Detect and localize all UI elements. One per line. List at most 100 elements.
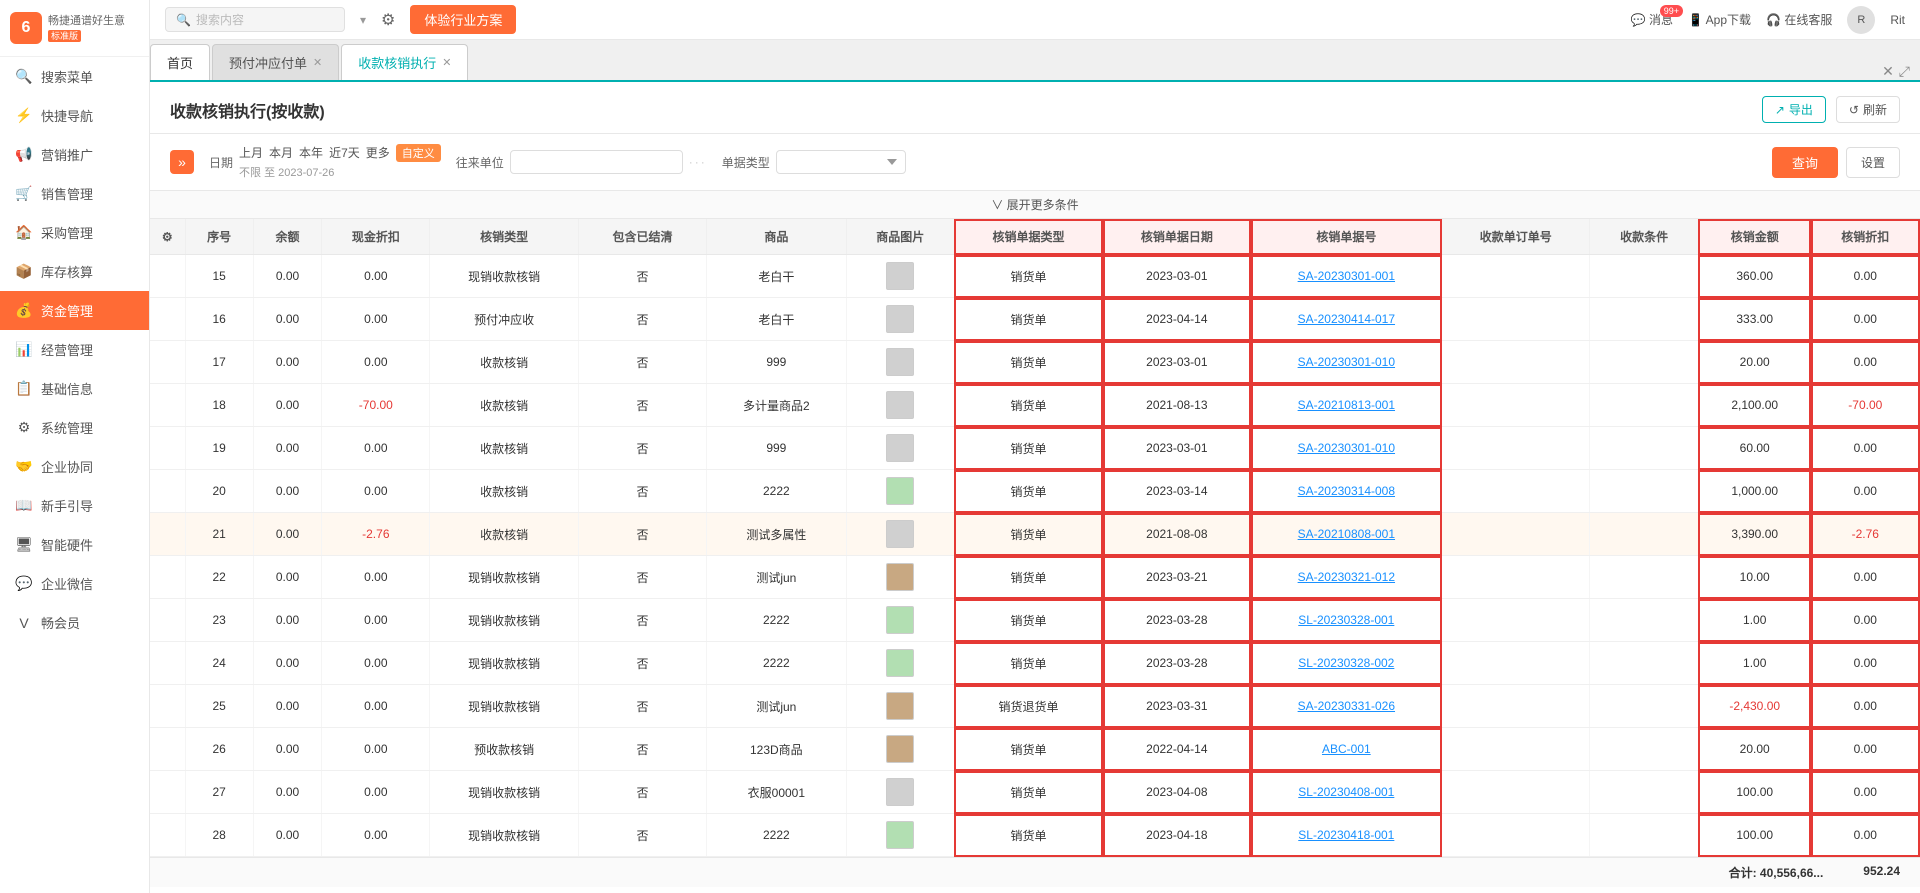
user-avatar[interactable]: R (1847, 6, 1875, 34)
close-all-icon[interactable]: ✕ (1882, 63, 1894, 80)
col-bill-no[interactable]: ABC-001 (1251, 728, 1442, 771)
col-balance: 0.00 (253, 384, 321, 427)
app-logo-icon: 6 (10, 12, 42, 44)
query-button[interactable]: 查询 (1772, 147, 1838, 178)
col-bill-no[interactable]: SL-20230418-001 (1251, 814, 1442, 857)
sidebar-item-operations[interactable]: 📊经营管理 (0, 330, 149, 369)
sidebar-item-search[interactable]: 🔍搜索菜单 (0, 57, 149, 96)
expand-more-button[interactable]: ∨ 展开更多条件 (991, 196, 1078, 213)
search-icon: 🔍 (176, 13, 191, 27)
partner-filter-input[interactable] (510, 150, 683, 174)
col-bill-no[interactable]: SA-20210813-001 (1251, 384, 1442, 427)
col-bill-no[interactable]: SA-20230301-010 (1251, 341, 1442, 384)
date-this-month[interactable]: 本月 (269, 144, 293, 162)
sidebar-item-wechat[interactable]: 💬企业微信 (0, 564, 149, 603)
settings-icon[interactable]: ⚙ (381, 10, 395, 30)
dropdown-icon[interactable]: ▾ (360, 13, 366, 27)
expand-icon[interactable]: ⤢ (1899, 63, 1910, 80)
col-bill-no[interactable]: SA-20230301-001 (1251, 255, 1442, 298)
online-service-label: 在线客服 (1784, 13, 1832, 27)
filter-expand-button[interactable]: » (170, 150, 194, 174)
col-writeoff-type: 现销收款核销 (430, 685, 578, 728)
col-balance: 0.00 (253, 685, 321, 728)
tab-prepay-label: 预付冲应付单 (229, 53, 307, 72)
col-bill-type: 销货单 (954, 255, 1102, 298)
col-cash-discount: 0.00 (322, 341, 430, 384)
col-receipt-order (1442, 470, 1590, 513)
tab-prepay[interactable]: 预付冲应付单 ✕ (212, 44, 339, 80)
refresh-label: 刷新 (1863, 101, 1887, 118)
col-writeoff-discount: 0.00 (1811, 556, 1919, 599)
col-cash-discount: 0.00 (322, 642, 430, 685)
sidebar-item-enterprise[interactable]: 🤝企业协同 (0, 447, 149, 486)
col-bill-no[interactable]: SL-20230328-001 (1251, 599, 1442, 642)
bill-type-select[interactable] (776, 150, 906, 174)
partner-dots[interactable]: ··· (689, 155, 707, 169)
col-receipt-condition (1590, 427, 1698, 470)
col-bill-type: 销货单 (954, 427, 1102, 470)
sidebar-item-hardware[interactable]: 🖥智能硬件 (0, 525, 149, 564)
col-setting-header[interactable]: ⚙ (150, 219, 185, 255)
sidebar-item-system[interactable]: ⚙系统管理 (0, 408, 149, 447)
sidebar-item-purchase[interactable]: 🏠采购管理 (0, 213, 149, 252)
col-seq: 18 (185, 384, 253, 427)
setting-button[interactable]: 设置 (1846, 147, 1900, 178)
export-button[interactable]: ↗ 导出 (1762, 96, 1826, 123)
table-body: 15 0.00 0.00 现销收款核销 否 老白干 销货单 2023-03-01… (150, 255, 1920, 857)
col-seq: 19 (185, 427, 253, 470)
filter-buttons: 查询 设置 (1772, 147, 1900, 178)
online-service-link[interactable]: 🎧 在线客服 (1766, 11, 1832, 28)
col-receipt-condition (1590, 814, 1698, 857)
col-include-settled: 否 (578, 384, 706, 427)
col-bill-no[interactable]: SL-20230328-002 (1251, 642, 1442, 685)
refresh-button[interactable]: ↺ 刷新 (1836, 96, 1900, 123)
tab-prepay-close[interactable]: ✕ (313, 56, 322, 69)
tab-home[interactable]: 首页 (150, 44, 210, 80)
date-this-year[interactable]: 本年 (299, 144, 323, 162)
operations-icon: 📊 (15, 341, 33, 358)
col-bill-no[interactable]: SA-20230314-008 (1251, 470, 1442, 513)
col-receipt-order (1442, 513, 1590, 556)
col-bill-no[interactable]: SA-20230414-017 (1251, 298, 1442, 341)
sidebar-item-vip[interactable]: V畅会员 (0, 603, 149, 642)
message-notif[interactable]: 💬 消息 99+ (1631, 11, 1673, 28)
finance-icon: 💰 (15, 302, 33, 319)
col-bill-no[interactable]: SA-20230331-026 (1251, 685, 1442, 728)
sidebar-item-sales[interactable]: 🛒销售管理 (0, 174, 149, 213)
col-bill-no[interactable]: SA-20210808-001 (1251, 513, 1442, 556)
col-balance: 0.00 (253, 427, 321, 470)
col-goods: 999 (707, 341, 846, 384)
sidebar-item-guide[interactable]: 📖新手引导 (0, 486, 149, 525)
sidebar-item-label-wechat: 企业微信 (41, 574, 93, 593)
date-last-month[interactable]: 上月 (239, 144, 263, 162)
col-receipt-condition (1590, 642, 1698, 685)
sidebar-item-inventory[interactable]: 📦库存核算 (0, 252, 149, 291)
app-download-link[interactable]: 📱 App下载 (1688, 11, 1751, 28)
sidebar-item-label-sales: 销售管理 (41, 184, 93, 203)
industry-btn[interactable]: 体验行业方案 (410, 5, 516, 34)
sidebar-item-quicknav[interactable]: ⚡快捷导航 (0, 96, 149, 135)
col-bill-no[interactable]: SA-20230321-012 (1251, 556, 1442, 599)
sidebar-item-finance[interactable]: 💰资金管理 (0, 291, 149, 330)
col-bill-no[interactable]: SA-20230301-010 (1251, 427, 1442, 470)
table-row: 19 0.00 0.00 收款核销 否 999 销货单 2023-03-01 S… (150, 427, 1920, 470)
col-cash-discount: 0.00 (322, 685, 430, 728)
guide-icon: 📖 (15, 497, 33, 514)
sidebar-item-marketing[interactable]: 📢营销推广 (0, 135, 149, 174)
col-writeoff-type: 现销收款核销 (430, 255, 578, 298)
top-search-box[interactable]: 🔍 搜索内容 (165, 7, 345, 32)
col-receipt-condition-header: 收款条件 (1590, 219, 1698, 255)
tab-receipt-close[interactable]: ✕ (442, 56, 451, 69)
col-goods-image (846, 728, 954, 771)
date-custom[interactable]: 自定义 (396, 144, 441, 162)
search-icon: 🔍 (15, 68, 33, 85)
col-bill-no[interactable]: SL-20230408-001 (1251, 771, 1442, 814)
col-bill-date: 2023-03-28 (1103, 599, 1251, 642)
col-writeoff-type: 预收款核销 (430, 728, 578, 771)
col-receipt-order (1442, 298, 1590, 341)
date-7-days[interactable]: 近7天 (329, 144, 360, 162)
date-more[interactable]: 更多 (366, 144, 390, 162)
col-writeoff-type: 现销收款核销 (430, 556, 578, 599)
sidebar-item-basic[interactable]: 📋基础信息 (0, 369, 149, 408)
tab-receipt[interactable]: 收款核销执行 ✕ (341, 44, 468, 80)
